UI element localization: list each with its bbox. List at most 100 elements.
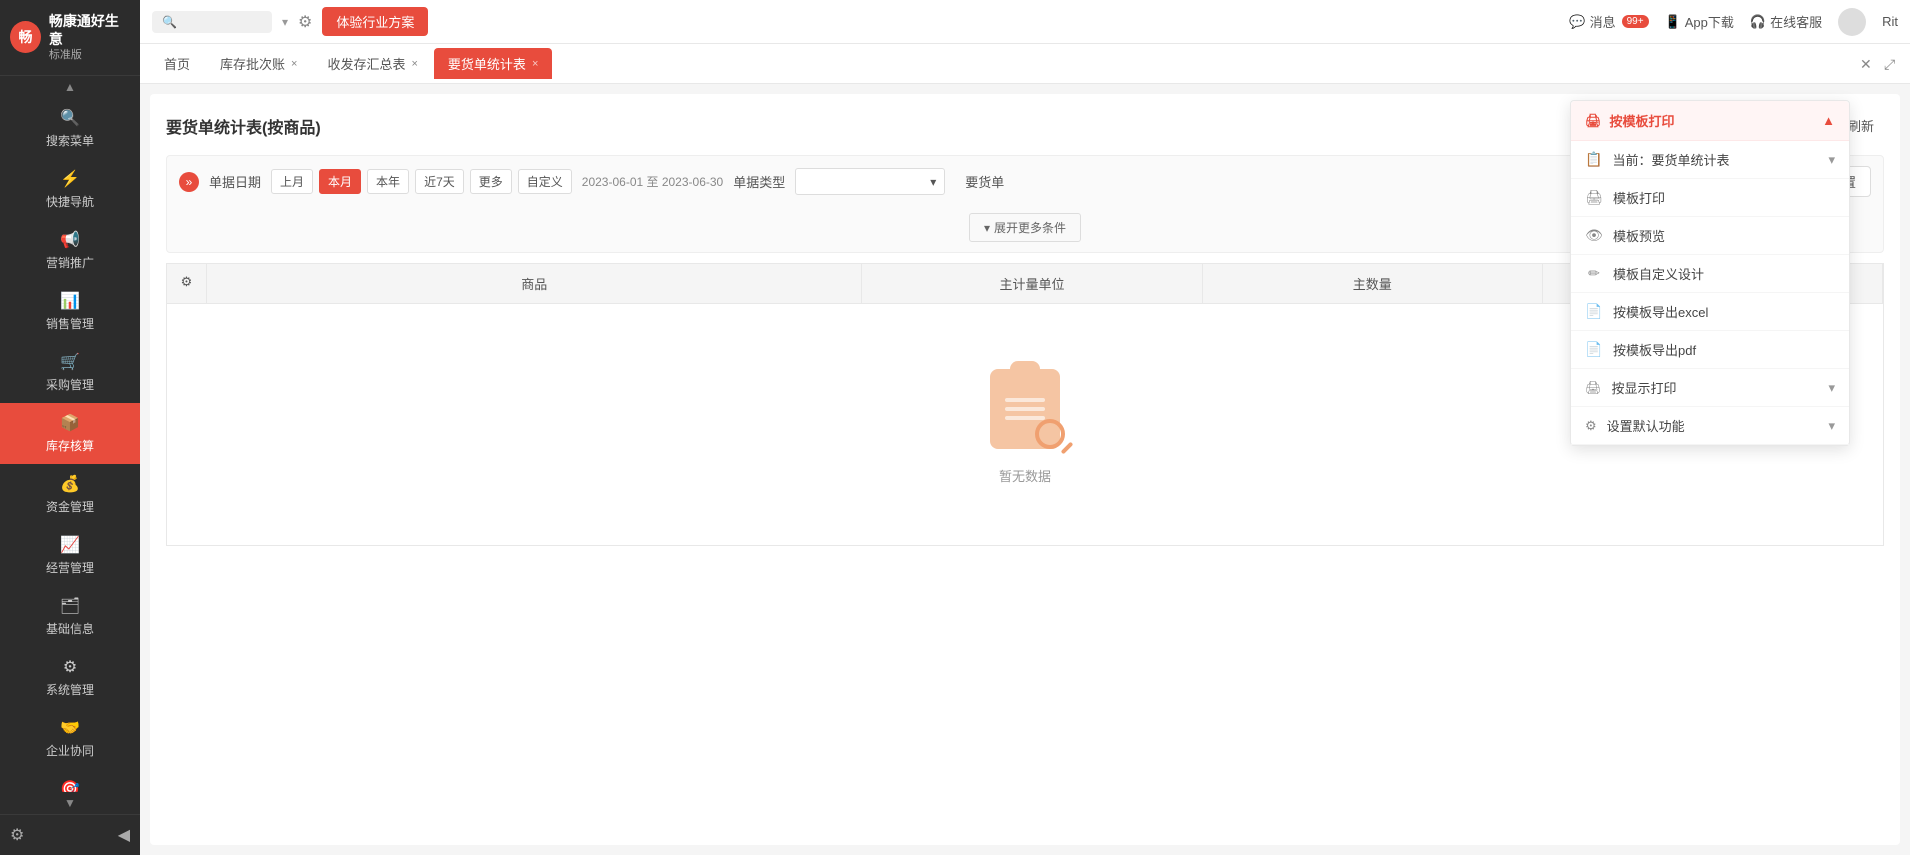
col-quantity: 主数量 (1203, 264, 1543, 303)
topbar: 🔍 ▾ ⚙ 体验行业方案 💬 消息 99+ 📱 App下载 🎧 在线客服 Rit (140, 0, 1910, 44)
settings-bottom-btn[interactable]: ⚙ (10, 825, 24, 845)
tab-close-inventory-batch[interactable]: × (291, 58, 297, 70)
inventory-icon: 📦 (60, 413, 80, 433)
tab-home[interactable]: 首页 (150, 48, 204, 79)
sidebar-item-search[interactable]: 🔍 搜索菜单 (0, 98, 140, 159)
guide-icon: 🎯 (60, 779, 80, 792)
scroll-up-arrow[interactable]: ▲ (64, 80, 76, 94)
template-export-pdf-item[interactable]: 📄 按模板导出pdf (1571, 331, 1849, 369)
sidebar-item-system[interactable]: ⚙ 系统管理 (0, 647, 140, 708)
sidebar-item-label: 快捷导航 (46, 193, 94, 210)
settings-gear-icon[interactable]: ⚙ (298, 12, 312, 32)
template-export-excel-item[interactable]: 📄 按模板导出excel (1571, 293, 1849, 331)
expand-more-btn[interactable]: ▾ 展开更多条件 (969, 213, 1081, 242)
template-preview-icon: 👁 (1585, 227, 1603, 244)
date-7days-btn[interactable]: 近7天 (415, 169, 464, 194)
tab-close-order-stats[interactable]: × (532, 58, 538, 70)
sidebar-item-label: 企业协同 (46, 742, 94, 759)
scroll-down-arrow[interactable]: ▼ (64, 796, 76, 810)
print-dropdown: 🖨 按模板打印 ▲ 📋 当前：要货单统计表 ▾ 🖨 模板打印 👁 模板预览 ✏ … (1570, 100, 1850, 446)
date-this-month-btn[interactable]: 本月 (319, 169, 361, 194)
sidebar-item-basic[interactable]: 🗂 基础信息 (0, 586, 140, 647)
app-logo: 畅 畅康通好生意 标准版 (0, 0, 140, 76)
sidebar-item-corp[interactable]: 🤝 企业协同 (0, 708, 140, 769)
template-preview-item[interactable]: 👁 模板预览 (1571, 217, 1849, 255)
sidebar-item-quick-nav[interactable]: ⚡ 快捷导航 (0, 159, 140, 220)
current-template-item: 📋 当前：要货单统计表 ▾ (1571, 141, 1849, 179)
window-close-btn[interactable]: ✕ (1860, 56, 1876, 72)
user-avatar[interactable] (1838, 8, 1866, 36)
window-maximize-btn[interactable]: ⤢ (1884, 56, 1900, 72)
date-filter-label: 单据日期 (209, 172, 261, 191)
current-template-arrow: ▾ (1828, 152, 1835, 168)
sidebar-item-label: 资金管理 (46, 498, 94, 515)
filter-expand-icon[interactable]: » (179, 172, 199, 192)
dropdown-collapse-btn[interactable]: ▲ (1822, 113, 1835, 128)
sidebar: 畅 畅康通好生意 标准版 ▲ 🔍 搜索菜单 ⚡ 快捷导航 📢 营销推广 📊 销售… (0, 0, 140, 855)
col-unit: 主计量单位 (862, 264, 1202, 303)
tab-inventory-batch[interactable]: 库存批次账 × (206, 48, 311, 79)
dropdown-title: 按模板打印 (1610, 111, 1675, 130)
collapse-sidebar-btn[interactable]: ◀ (118, 825, 130, 845)
sidebar-item-label: 基础信息 (46, 620, 94, 637)
date-more-btn[interactable]: 更多 (470, 169, 512, 194)
tab-order-stats[interactable]: 要货单统计表 × (434, 48, 552, 79)
col-settings[interactable]: ⚙ (167, 264, 207, 303)
window-controls: ✕ ⤢ (1860, 56, 1900, 72)
printer-dropdown-icon: 🖨 (1585, 113, 1602, 129)
message-icon: 💬 (1569, 14, 1585, 30)
date-this-year-btn[interactable]: 本年 (367, 169, 409, 194)
date-last-month-btn[interactable]: 上月 (271, 169, 313, 194)
sidebar-item-label: 搜索菜单 (46, 132, 94, 149)
sidebar-item-label: 采购管理 (46, 376, 94, 393)
sidebar-nav: 🔍 搜索菜单 ⚡ 快捷导航 📢 营销推广 📊 销售管理 🛒 采购管理 📦 库存核… (0, 98, 140, 792)
template-design-item[interactable]: ✏ 模板自定义设计 (1571, 255, 1849, 293)
app-download-btn[interactable]: 📱 App下载 (1665, 12, 1734, 31)
business-icon: 📈 (60, 535, 80, 555)
app-name: 畅康通好生意 (49, 12, 130, 48)
sidebar-item-guide[interactable]: 🎯 新手引导 (0, 769, 140, 792)
display-print-item[interactable]: 🖨 按显示打印 ▾ (1571, 369, 1849, 407)
sidebar-footer: ⚙ ◀ (0, 814, 140, 855)
current-template-icon: 📋 (1585, 151, 1602, 168)
empty-illustration (980, 364, 1070, 454)
trial-industry-button[interactable]: 体验行业方案 (322, 7, 428, 36)
online-service-btn[interactable]: 🎧 在线客服 (1750, 12, 1822, 31)
display-print-icon: 🖨 (1585, 380, 1602, 396)
sidebar-item-marketing[interactable]: 📢 营销推广 (0, 220, 140, 281)
sidebar-item-purchase[interactable]: 🛒 采购管理 (0, 342, 140, 403)
basic-icon: 🗂 (60, 596, 80, 616)
topbar-right: 💬 消息 99+ 📱 App下载 🎧 在线客服 Rit (1569, 8, 1898, 36)
template-design-icon: ✏ (1585, 265, 1603, 282)
sidebar-item-inventory[interactable]: 📦 库存核算 (0, 403, 140, 464)
tab-receipt-summary[interactable]: 收发存汇总表 × (313, 48, 431, 79)
export-excel-icon: 📄 (1585, 303, 1603, 320)
sidebar-item-finance[interactable]: 💰 资金管理 (0, 464, 140, 525)
tabs-bar: 首页 库存批次账 × 收发存汇总表 × 要货单统计表 × ✕ ⤢ (140, 44, 1910, 84)
sales-icon: 📊 (60, 291, 80, 311)
messages-btn[interactable]: 💬 消息 99+ (1569, 12, 1648, 31)
date-custom-btn[interactable]: 自定义 (518, 169, 572, 194)
sidebar-item-label: 营销推广 (46, 254, 94, 271)
tab-close-receipt-summary[interactable]: × (411, 58, 417, 70)
sidebar-item-label: 销售管理 (46, 315, 94, 332)
messages-badge: 99+ (1622, 15, 1649, 28)
sidebar-item-sales[interactable]: 📊 销售管理 (0, 281, 140, 342)
user-name: Rit (1882, 14, 1898, 29)
col-product: 商品 (207, 264, 862, 303)
set-default-arrow: ▾ (1828, 418, 1835, 434)
template-print-item[interactable]: 🖨 模板打印 (1571, 179, 1849, 217)
empty-text: 暂无数据 (999, 466, 1051, 485)
empty-scroll-icon (990, 369, 1060, 449)
logo-icon: 畅 (10, 21, 41, 53)
sidebar-item-business[interactable]: 📈 经营管理 (0, 525, 140, 586)
set-default-item[interactable]: ⚙ 设置默认功能 ▾ (1571, 407, 1849, 445)
set-default-icon: ⚙ (1585, 418, 1597, 434)
app-version: 标准版 (49, 48, 130, 62)
chevron-down-expand-icon: ▾ (984, 221, 990, 235)
sidebar-scroll-down[interactable]: ▼ (0, 792, 140, 814)
type-filter-select[interactable]: ▾ (795, 168, 945, 195)
current-template-label: 当前：要货单统计表 (1612, 150, 1729, 169)
topbar-search[interactable]: 🔍 (152, 11, 272, 33)
sidebar-scroll-up[interactable]: ▲ (0, 76, 140, 98)
